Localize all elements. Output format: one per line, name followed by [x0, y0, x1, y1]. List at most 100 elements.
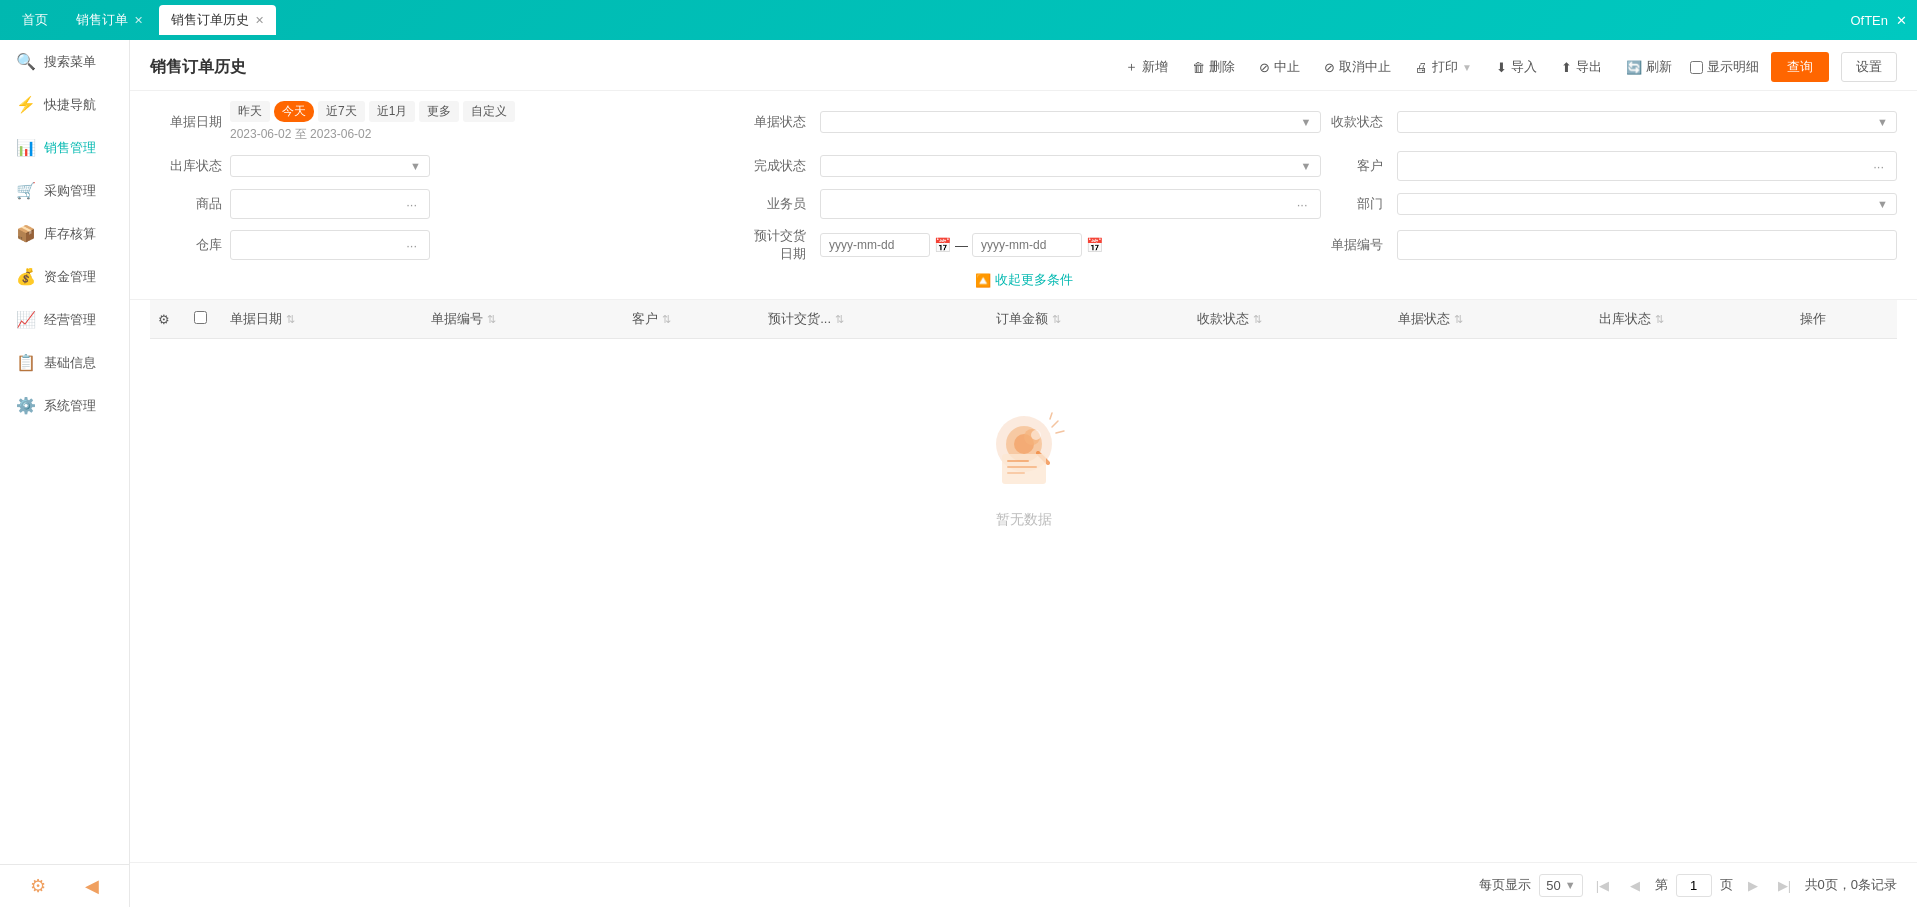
th-number-sort-icon[interactable]: ⇅ [487, 313, 496, 325]
th-date-label: 单据日期 [230, 311, 282, 326]
new-label: 新增 [1142, 58, 1168, 76]
page-last-button[interactable]: ▶| [1773, 873, 1797, 897]
outbound-status-select[interactable]: ▼ [230, 155, 430, 177]
payment-status-chevron-icon: ▼ [1877, 116, 1888, 128]
th-customer-sort-icon[interactable]: ⇅ [662, 313, 671, 325]
topbar-close-icon[interactable]: ✕ [1896, 13, 1907, 28]
customer-input[interactable]: ··· [1397, 151, 1898, 181]
th-payment-status-sort-icon[interactable]: ⇅ [1253, 313, 1262, 325]
sidebar-item-sys-mgmt[interactable]: ⚙️ 系统管理 [0, 384, 129, 427]
filter-customer-control: 客户 ··· [1321, 151, 1898, 181]
show-detail-label: 显示明细 [1707, 58, 1759, 76]
th-action: 操作 [1792, 300, 1897, 339]
th-amount[interactable]: 订单金额 ⇅ [988, 300, 1189, 339]
sidebar-item-basic-info[interactable]: 📋 基础信息 [0, 341, 129, 384]
delivery-date-range: 📅 — 📅 [820, 233, 1103, 257]
sidebar-item-fund-mgmt[interactable]: 💰 资金管理 [0, 255, 129, 298]
th-bill-status-sort-icon[interactable]: ⇅ [1454, 313, 1463, 325]
filter-outbound-control: ▼ [230, 155, 744, 177]
page-number-input[interactable] [1676, 874, 1712, 897]
bill-number-input[interactable] [1397, 230, 1898, 260]
page-first-button[interactable]: |◀ [1591, 873, 1615, 897]
page-unit: 页 [1720, 876, 1733, 894]
th-customer[interactable]: 客户 ⇅ [624, 300, 760, 339]
date-range-text: 2023-06-02 至 2023-06-02 [230, 126, 744, 143]
page-next-button[interactable]: ▶ [1741, 873, 1765, 897]
payment-status-select[interactable]: ▼ [1397, 111, 1898, 133]
complete-status-select[interactable]: ▼ [820, 155, 1321, 177]
sidebar-item-sales-mgmt[interactable]: 📊 销售管理 [0, 126, 129, 169]
th-date[interactable]: 单据日期 ⇅ [222, 300, 423, 339]
customer-dots-icon[interactable]: ··· [1869, 159, 1888, 174]
date-tag-custom[interactable]: 自定义 [463, 101, 515, 122]
refresh-button[interactable]: 🔄 刷新 [1620, 54, 1678, 80]
import-button[interactable]: ⬇ 导入 [1490, 54, 1543, 80]
pagination-bar: 每页显示 50 ▼ |◀ ◀ 第 页 ▶ ▶| 共0页，0条记录 [130, 862, 1917, 907]
page-size-select[interactable]: 50 ▼ [1539, 874, 1582, 897]
quick-nav-icon: ⚡ [16, 95, 36, 114]
bill-status-select[interactable]: ▼ [820, 111, 1321, 133]
th-checkbox[interactable] [186, 300, 222, 339]
date-tag-more[interactable]: 更多 [419, 101, 459, 122]
delivery-date-start-icon[interactable]: 📅 [934, 237, 951, 253]
sidebar-item-inventory-check[interactable]: 📦 库存核算 [0, 212, 129, 255]
th-out-status-sort-icon[interactable]: ⇅ [1655, 313, 1664, 325]
dept-select[interactable]: ▼ [1397, 193, 1898, 215]
goods-input[interactable]: ··· [230, 189, 430, 219]
tab-sales-order[interactable]: 销售订单 ✕ [64, 5, 155, 35]
filter-bill-number-control: 单据编号 [1321, 230, 1898, 260]
sidebar-item-quick-nav[interactable]: ⚡ 快捷导航 [0, 83, 129, 126]
tab-sales-order-history-label: 销售订单历史 [171, 11, 249, 29]
sidebar-collapse-icon[interactable]: ◀ [85, 875, 99, 897]
th-delivery-date[interactable]: 预计交货... ⇅ [760, 300, 988, 339]
th-payment-status-label: 收款状态 [1197, 311, 1249, 326]
filter-row-2: 出库状态 ▼ 完成状态 ▼ 客户 · [150, 151, 1897, 181]
date-tag-today[interactable]: 今天 [274, 101, 314, 122]
delivery-date-end-icon[interactable]: 📅 [1086, 237, 1103, 253]
th-gear[interactable]: ⚙ [150, 300, 186, 339]
delivery-date-start[interactable] [820, 233, 930, 257]
sidebar-item-ops-mgmt[interactable]: 📈 经营管理 [0, 298, 129, 341]
delete-button[interactable]: 🗑 删除 [1186, 54, 1241, 80]
th-payment-status[interactable]: 收款状态 ⇅ [1189, 300, 1390, 339]
print-button[interactable]: 🖨 打印 ▼ [1409, 54, 1478, 80]
stop-button[interactable]: ⊘ 中止 [1253, 54, 1306, 80]
delivery-date-end[interactable] [972, 233, 1082, 257]
tab-home[interactable]: 首页 [10, 5, 60, 35]
show-detail-checkbox-label[interactable]: 显示明细 [1690, 58, 1759, 76]
import-label: 导入 [1511, 58, 1537, 76]
tab-sales-order-history[interactable]: 销售订单历史 ✕ [159, 5, 276, 35]
goods-dots-icon[interactable]: ··· [402, 197, 421, 212]
th-out-status[interactable]: 出库状态 ⇅ [1591, 300, 1792, 339]
new-button[interactable]: ＋ 新增 [1119, 54, 1174, 80]
sidebar-item-search-menu[interactable]: 🔍 搜索菜单 [0, 40, 129, 83]
search-button[interactable]: 查询 [1771, 52, 1829, 82]
tab-sales-order-close[interactable]: ✕ [134, 14, 143, 27]
date-tag-yesterday[interactable]: 昨天 [230, 101, 270, 122]
warehouse-input[interactable]: ··· [230, 230, 430, 260]
th-amount-sort-icon[interactable]: ⇅ [1052, 313, 1061, 325]
th-bill-status[interactable]: 单据状态 ⇅ [1390, 300, 1591, 339]
sidebar-item-purchase-mgmt-label: 采购管理 [44, 182, 96, 200]
setting-button[interactable]: 设置 [1841, 52, 1897, 82]
select-all-checkbox[interactable] [194, 311, 207, 324]
th-delivery-date-sort-icon[interactable]: ⇅ [835, 313, 844, 325]
date-tag-1month[interactable]: 近1月 [369, 101, 416, 122]
th-number-label: 单据编号 [431, 311, 483, 326]
page-prev-button[interactable]: ◀ [1623, 873, 1647, 897]
th-number[interactable]: 单据编号 ⇅ [423, 300, 624, 339]
sidebar-item-purchase-mgmt[interactable]: 🛒 采购管理 [0, 169, 129, 212]
date-tag-7days[interactable]: 近7天 [318, 101, 365, 122]
warehouse-dots-icon[interactable]: ··· [402, 238, 421, 253]
gear-icon[interactable]: ⚙ [158, 312, 170, 327]
show-detail-checkbox[interactable] [1690, 61, 1703, 74]
cancel-stop-button[interactable]: ⊘ 取消中止 [1318, 54, 1397, 80]
sidebar-settings-icon[interactable]: ⚙ [30, 875, 46, 897]
export-button[interactable]: ⬆ 导出 [1555, 54, 1608, 80]
salesman-dots-icon[interactable]: ··· [1293, 197, 1312, 212]
th-date-sort-icon[interactable]: ⇅ [286, 313, 295, 325]
export-label: 导出 [1576, 58, 1602, 76]
salesman-input[interactable]: ··· [820, 189, 1321, 219]
collapse-row[interactable]: 🔼 收起更多条件 [150, 271, 1897, 289]
tab-sales-order-history-close[interactable]: ✕ [255, 14, 264, 27]
